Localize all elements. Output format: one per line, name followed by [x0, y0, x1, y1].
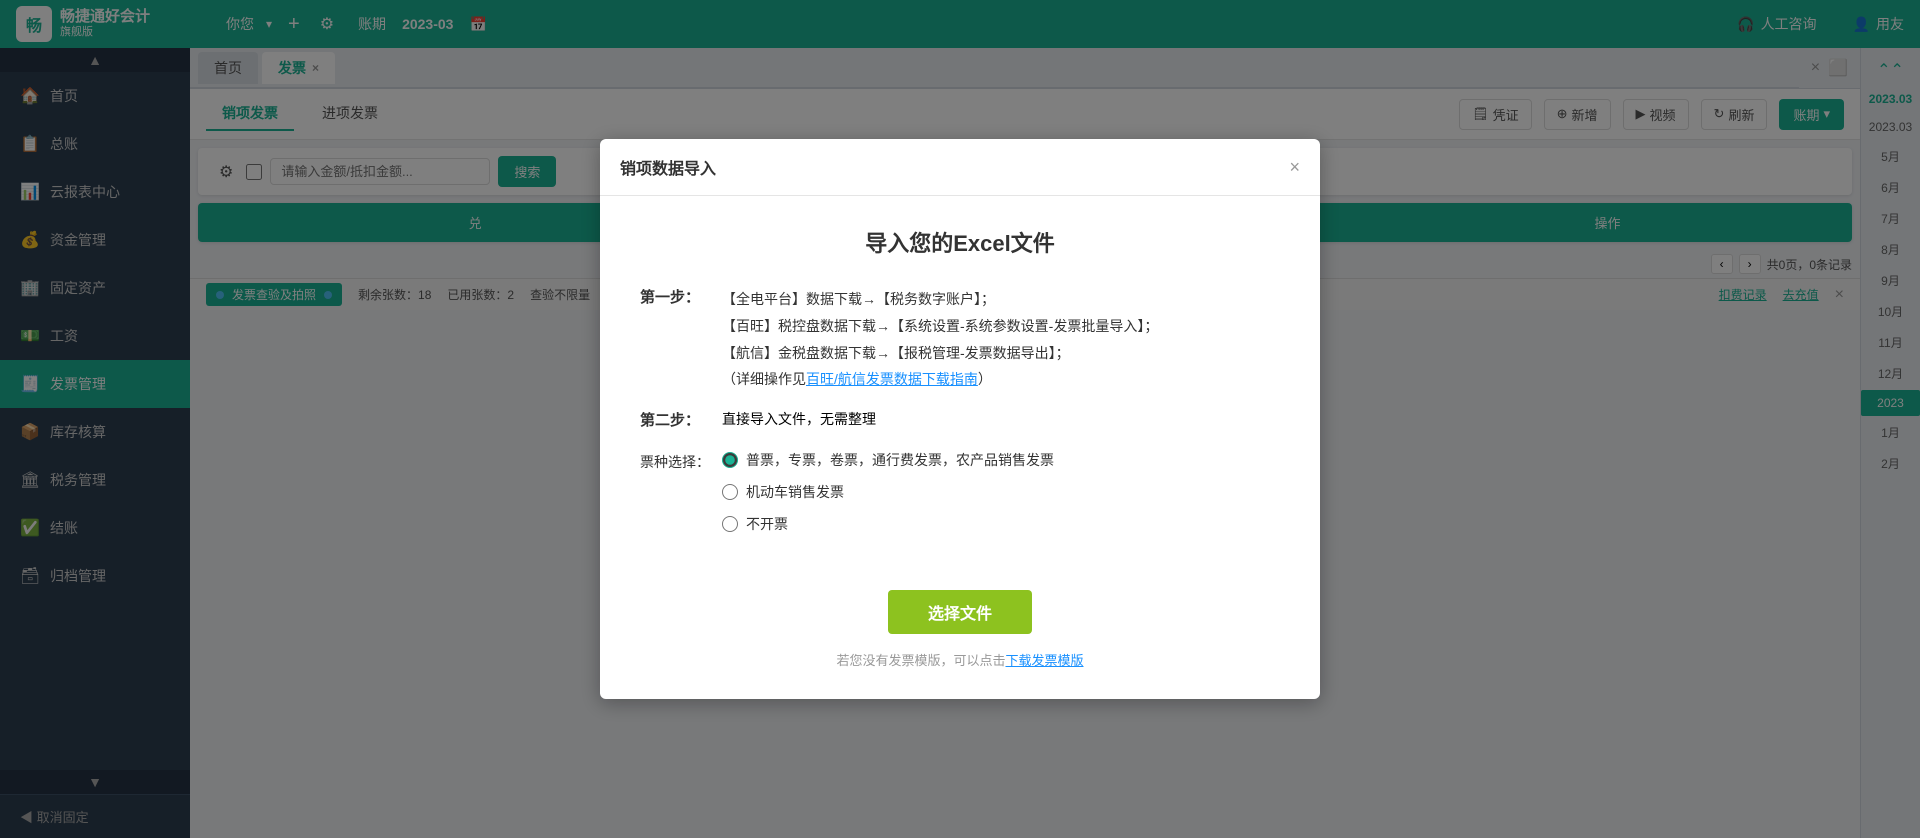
radio-input-0[interactable] [722, 452, 738, 468]
modal-header: 销项数据导入 × [600, 139, 1320, 196]
radio-section-label: 票种选择： [640, 450, 710, 472]
step1-link-prefix: （详细操作见 [722, 371, 806, 387]
radio-label-2: 不开票 [746, 514, 788, 534]
modal-body: 导入您的Excel文件 第一步： 【全电平台】数据下载→【税务数字账户】； 【百… [600, 196, 1320, 698]
radio-section: 票种选择： 普票，专票，卷票，通行费发票，农产品销售发票 机动车销售发票 不开票 [640, 450, 1280, 562]
radio-item-0[interactable]: 普票，专票，卷票，通行费发票，农产品销售发票 [722, 450, 1054, 470]
radio-group: 普票，专票，卷票，通行费发票，农产品销售发票 机动车销售发票 不开票 [722, 450, 1054, 534]
step1-content: 【全电平台】数据下载→【税务数字账户】； 【百旺】税控盘数据下载→【系统设置-系… [722, 286, 1158, 392]
modal-overlay: 销项数据导入 × 导入您的Excel文件 第一步： 【全电平台】数据下载→【税务… [0, 0, 1920, 838]
step1-link-row: （详细操作见百旺/航信发票数据下载指南） [722, 366, 1158, 393]
step2-label: 第二步： [640, 409, 710, 430]
modal-title: 销项数据导入 [620, 155, 716, 179]
import-modal: 销项数据导入 × 导入您的Excel文件 第一步： 【全电平台】数据下载→【税务… [600, 139, 1320, 698]
radio-item-1[interactable]: 机动车销售发票 [722, 482, 1054, 502]
download-template-link[interactable]: 下载发票模版 [1006, 653, 1084, 668]
radio-input-2[interactable] [722, 516, 738, 532]
radio-item-2[interactable]: 不开票 [722, 514, 1054, 534]
modal-footer: 若您没有发票模版，可以点击下载发票模版 [640, 650, 1280, 669]
modal-step1: 第一步： 【全电平台】数据下载→【税务数字账户】； 【百旺】税控盘数据下载→【系… [640, 286, 1280, 392]
radio-input-1[interactable] [722, 484, 738, 500]
step1-line3: 【航信】金税盘数据下载→【报税管理-发票数据导出】； [722, 340, 1158, 367]
footer-prefix: 若您没有发票模版，可以点击 [836, 653, 1005, 668]
modal-main-title: 导入您的Excel文件 [640, 226, 1280, 258]
step1-line2: 【百旺】税控盘数据下载→【系统设置-系统参数设置-发票批量导入】； [722, 313, 1158, 340]
step2-text: 直接导入文件，无需整理 [722, 409, 876, 429]
step1-label: 第一步： [640, 286, 710, 392]
radio-label-1: 机动车销售发票 [746, 482, 844, 502]
guide-link[interactable]: 百旺/航信发票数据下载指南 [806, 371, 978, 387]
select-file-button[interactable]: 选择文件 [888, 590, 1032, 634]
radio-label-0: 普票，专票，卷票，通行费发票，农产品销售发票 [746, 450, 1054, 470]
step1-link-suffix: ） [978, 371, 992, 387]
step1-line1: 【全电平台】数据下载→【税务数字账户】； [722, 286, 1158, 313]
modal-step2: 第二步： 直接导入文件，无需整理 [640, 409, 1280, 430]
modal-close-button[interactable]: × [1289, 157, 1300, 178]
